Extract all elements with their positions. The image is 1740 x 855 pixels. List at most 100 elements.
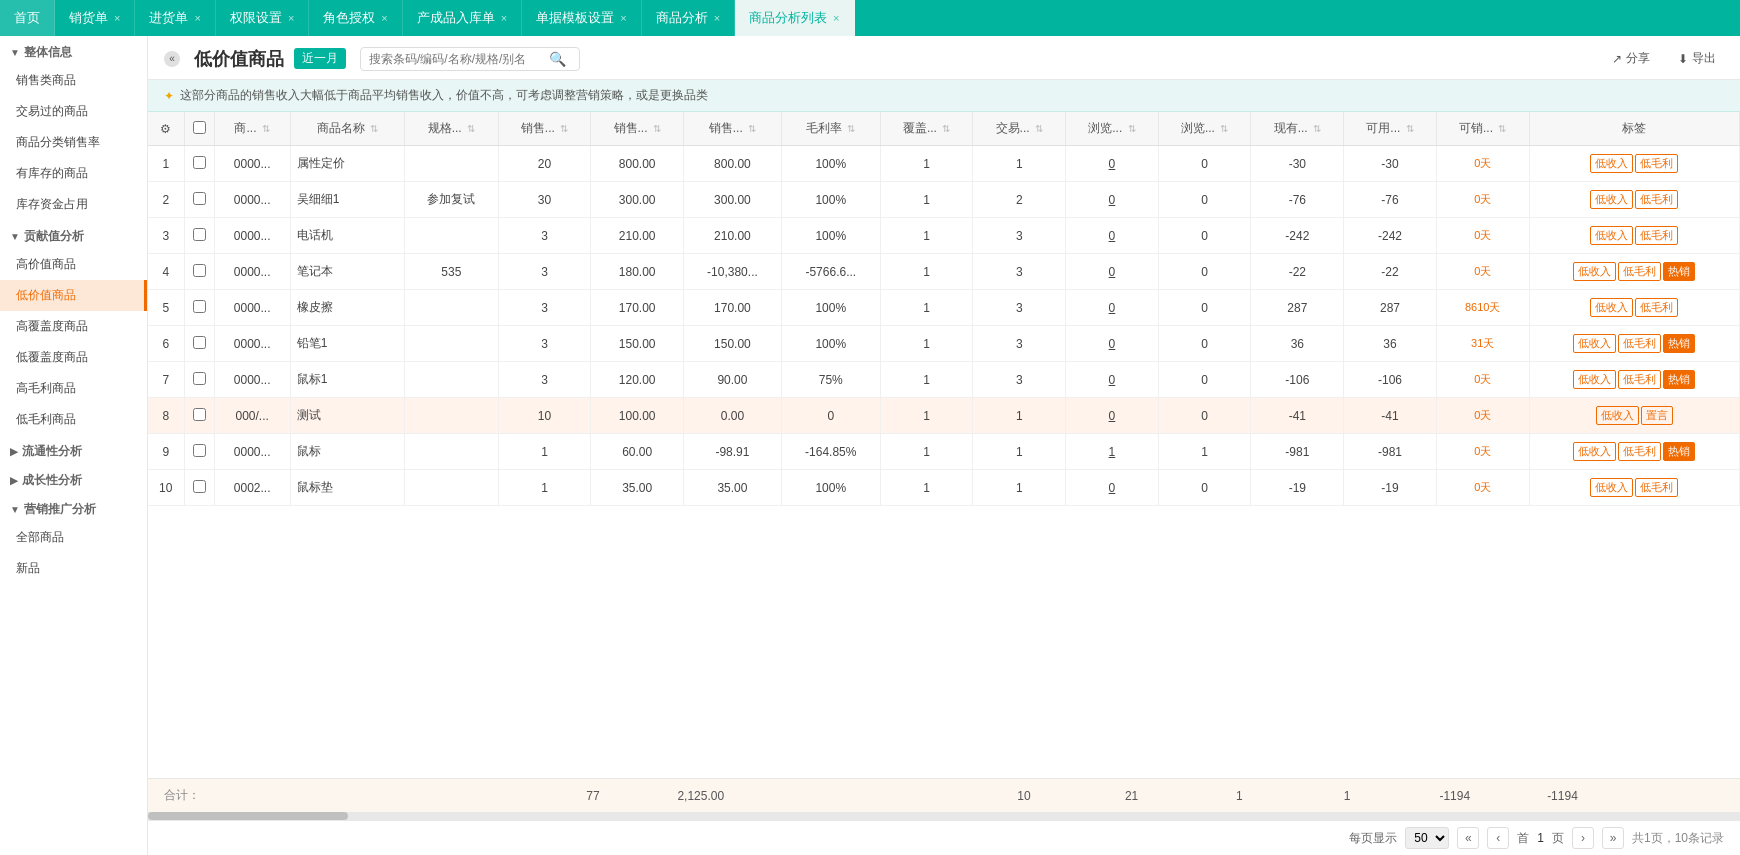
- nav-role-auth[interactable]: 角色授权 ×: [309, 0, 402, 36]
- cell-check[interactable]: [184, 146, 214, 182]
- cell-current: -41: [1251, 398, 1344, 434]
- sort-icon[interactable]: ⇅: [1035, 123, 1043, 134]
- cell-check[interactable]: [184, 398, 214, 434]
- cell-saleable: 0天: [1436, 398, 1529, 434]
- row-checkbox[interactable]: [193, 480, 206, 493]
- sort-icon[interactable]: ⇅: [370, 123, 378, 134]
- select-all-checkbox[interactable]: [193, 121, 206, 134]
- sidebar-item-high-margin[interactable]: 高毛利商品: [0, 373, 147, 404]
- th-settings[interactable]: ⚙: [148, 112, 184, 146]
- sidebar-group-growth[interactable]: ▶ 成长性分析: [0, 464, 147, 493]
- sort-icon[interactable]: ⇅: [1220, 123, 1228, 134]
- cell-check[interactable]: [184, 254, 214, 290]
- cell-sale-amt: 170.00: [684, 290, 782, 326]
- nav-goods-analysis[interactable]: 商品分析 ×: [642, 0, 735, 36]
- sort-icon[interactable]: ⇅: [560, 123, 568, 134]
- cell-trade: 3: [973, 218, 1066, 254]
- period-badge[interactable]: 近一月: [294, 48, 346, 69]
- first-page-button[interactable]: «: [1457, 827, 1479, 849]
- sort-icon[interactable]: ⇅: [847, 123, 855, 134]
- sidebar-item-stock-capital[interactable]: 库存资金占用: [0, 189, 147, 220]
- th-spec: 规格... ⇅: [404, 112, 498, 146]
- row-checkbox[interactable]: [193, 300, 206, 313]
- sidebar-item-high-coverage[interactable]: 高覆盖度商品: [0, 311, 147, 342]
- last-page-button[interactable]: »: [1602, 827, 1624, 849]
- close-icon[interactable]: ×: [381, 12, 387, 24]
- cell-current: -76: [1251, 182, 1344, 218]
- sort-icon[interactable]: ⇅: [942, 123, 950, 134]
- sidebar-group-contribution[interactable]: ▼ 贡献值分析: [0, 220, 147, 249]
- sidebar: ▼ 整体信息 销售类商品 交易过的商品 商品分类销售率 有库存的商品 库存资金占…: [0, 36, 148, 855]
- cell-check[interactable]: [184, 362, 214, 398]
- row-checkbox[interactable]: [193, 444, 206, 457]
- cell-check[interactable]: [184, 434, 214, 470]
- sidebar-item-low-coverage[interactable]: 低覆盖度商品: [0, 342, 147, 373]
- cell-profit-rate: 100%: [781, 218, 880, 254]
- cell-check[interactable]: [184, 290, 214, 326]
- sidebar-item-all-goods[interactable]: 全部商品: [0, 522, 147, 553]
- nav-purchase-order[interactable]: 进货单 ×: [135, 0, 215, 36]
- sidebar-item-low-value[interactable]: 低价值商品: [0, 280, 147, 311]
- horizontal-scrollbar[interactable]: [148, 812, 1740, 820]
- sort-icon[interactable]: ⇅: [262, 123, 270, 134]
- search-input[interactable]: [369, 52, 549, 66]
- cell-code: 0000...: [214, 146, 290, 182]
- nav-sales-order[interactable]: 销货单 ×: [55, 0, 135, 36]
- nav-doc-template[interactable]: 单据模板设置 ×: [522, 0, 641, 36]
- sort-icon[interactable]: ⇅: [467, 123, 475, 134]
- sort-icon[interactable]: ⇅: [1313, 123, 1321, 134]
- per-page-select[interactable]: 50: [1405, 827, 1449, 849]
- sidebar-group-marketing[interactable]: ▼ 营销推广分析: [0, 493, 147, 522]
- collapse-sidebar-button[interactable]: «: [164, 51, 180, 67]
- sidebar-item-category-rate[interactable]: 商品分类销售率: [0, 127, 147, 158]
- row-checkbox[interactable]: [193, 156, 206, 169]
- cell-saleable: 0天: [1436, 434, 1529, 470]
- close-icon[interactable]: ×: [620, 12, 626, 24]
- sidebar-item-traded-goods[interactable]: 交易过的商品: [0, 96, 147, 127]
- row-checkbox[interactable]: [193, 264, 206, 277]
- th-checkbox[interactable]: [184, 112, 214, 146]
- close-icon[interactable]: ×: [833, 12, 839, 24]
- settings-icon[interactable]: ⚙: [160, 122, 171, 136]
- share-button[interactable]: ↗ 分享: [1604, 46, 1658, 71]
- sidebar-item-new-goods[interactable]: 新品: [0, 553, 147, 584]
- nav-permissions[interactable]: 权限设置 ×: [216, 0, 309, 36]
- row-checkbox[interactable]: [193, 192, 206, 205]
- sort-icon[interactable]: ⇅: [653, 123, 661, 134]
- scrollbar-thumb[interactable]: [148, 812, 348, 820]
- export-button[interactable]: ⬇ 导出: [1670, 46, 1724, 71]
- close-icon[interactable]: ×: [288, 12, 294, 24]
- cell-check[interactable]: [184, 470, 214, 506]
- cell-check[interactable]: [184, 218, 214, 254]
- nav-product-storage[interactable]: 产成品入库单 ×: [403, 0, 522, 36]
- cell-code: 0000...: [214, 434, 290, 470]
- row-checkbox[interactable]: [193, 336, 206, 349]
- sidebar-group-liquidity[interactable]: ▶ 流通性分析: [0, 435, 147, 464]
- search-icon[interactable]: 🔍: [549, 51, 566, 67]
- sidebar-item-sales-goods[interactable]: 销售类商品: [0, 65, 147, 96]
- close-icon[interactable]: ×: [714, 12, 720, 24]
- close-icon[interactable]: ×: [114, 12, 120, 24]
- sort-icon[interactable]: ⇅: [748, 123, 756, 134]
- close-icon[interactable]: ×: [501, 12, 507, 24]
- row-checkbox[interactable]: [193, 408, 206, 421]
- tag-badge: 低收入: [1573, 442, 1616, 461]
- row-checkbox[interactable]: [193, 372, 206, 385]
- sort-icon[interactable]: ⇅: [1406, 123, 1414, 134]
- sort-icon[interactable]: ⇅: [1498, 123, 1506, 134]
- sidebar-item-high-value[interactable]: 高价值商品: [0, 249, 147, 280]
- prev-page-button[interactable]: ‹: [1487, 827, 1509, 849]
- cell-current: -19: [1251, 470, 1344, 506]
- sidebar-group-overall[interactable]: ▼ 整体信息: [0, 36, 147, 65]
- close-icon[interactable]: ×: [194, 12, 200, 24]
- sidebar-item-low-margin[interactable]: 低毛利商品: [0, 404, 147, 435]
- nav-goods-analysis-list[interactable]: 商品分析列表 ×: [735, 0, 854, 36]
- sort-icon[interactable]: ⇅: [1128, 123, 1136, 134]
- nav-home[interactable]: 首页: [0, 0, 55, 36]
- cell-check[interactable]: [184, 326, 214, 362]
- sidebar-item-stocked-goods[interactable]: 有库存的商品: [0, 158, 147, 189]
- row-checkbox[interactable]: [193, 228, 206, 241]
- next-page-button[interactable]: ›: [1572, 827, 1594, 849]
- tag-badge: 低收入: [1590, 298, 1633, 317]
- cell-check[interactable]: [184, 182, 214, 218]
